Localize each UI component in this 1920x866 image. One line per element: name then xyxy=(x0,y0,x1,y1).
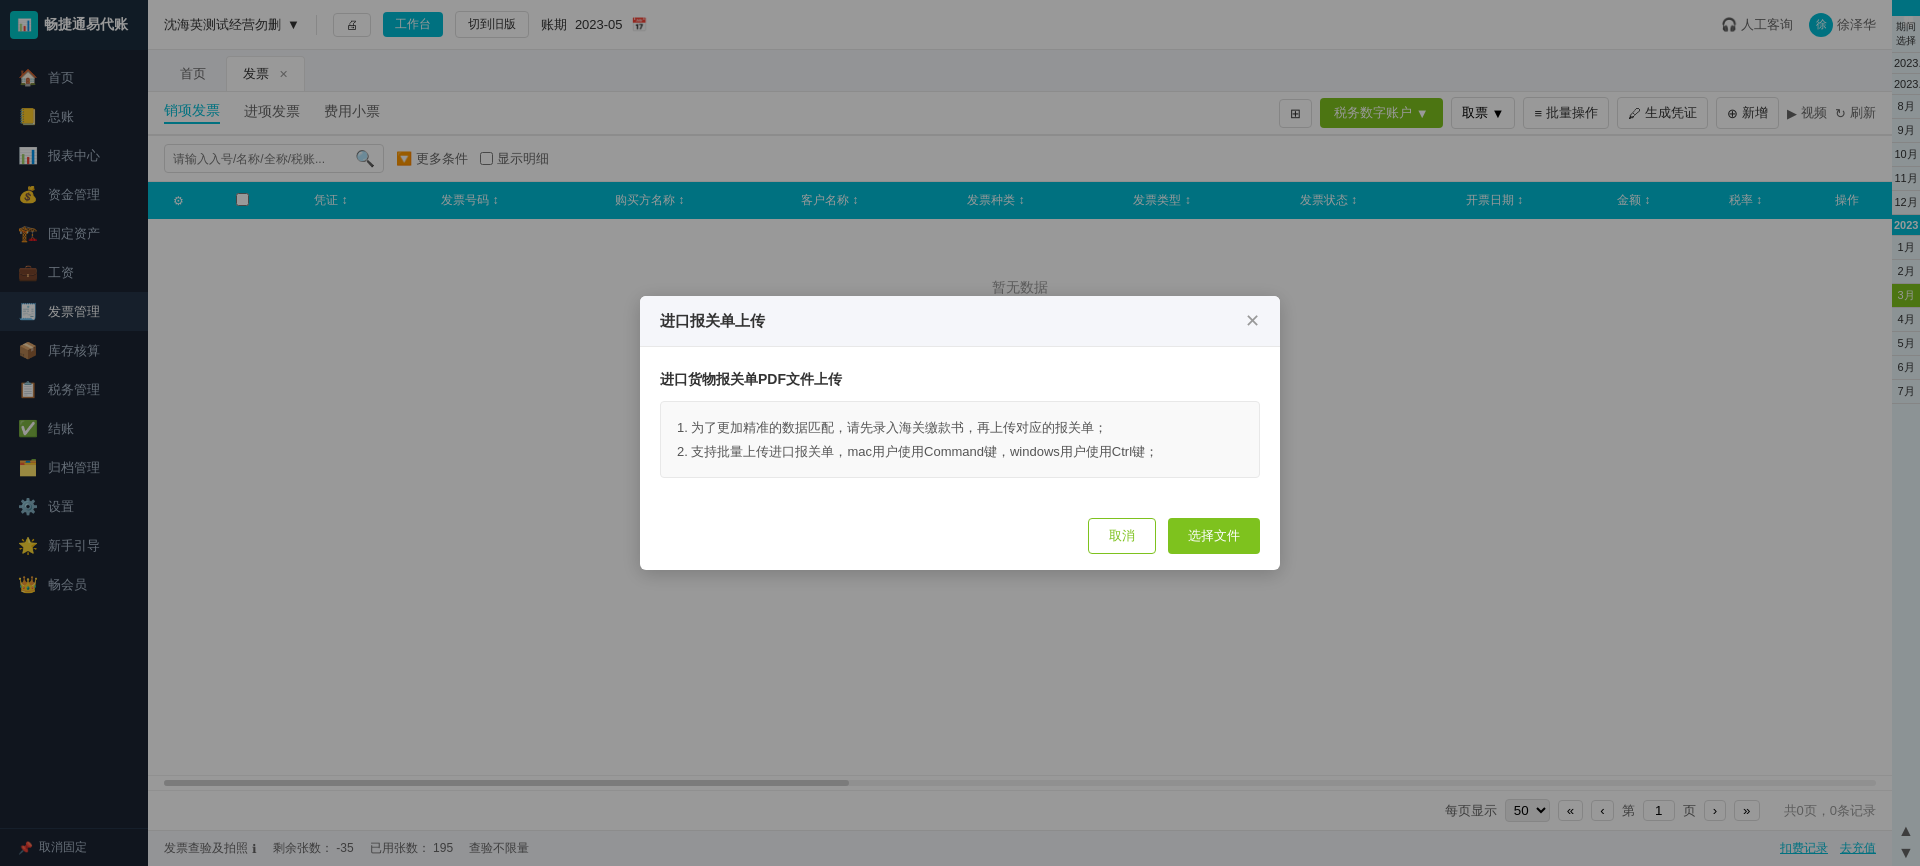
modal-footer: 取消 选择文件 xyxy=(640,502,1280,570)
modal-cancel-button[interactable]: 取消 xyxy=(1088,518,1156,554)
import-customs-modal: 进口报关单上传 ✕ 进口货物报关单PDF文件上传 1. 为了更加精准的数据匹配，… xyxy=(640,296,1280,570)
modal-info-line-1: 1. 为了更加精准的数据匹配，请先录入海关缴款书，再上传对应的报关单； xyxy=(677,416,1243,439)
modal-close-button[interactable]: ✕ xyxy=(1245,310,1260,332)
modal-header: 进口报关单上传 ✕ xyxy=(640,296,1280,347)
modal-select-file-button[interactable]: 选择文件 xyxy=(1168,518,1260,554)
modal-body: 进口货物报关单PDF文件上传 1. 为了更加精准的数据匹配，请先录入海关缴款书，… xyxy=(640,347,1280,502)
modal-section-title: 进口货物报关单PDF文件上传 xyxy=(660,371,1260,389)
modal-overlay[interactable]: 进口报关单上传 ✕ 进口货物报关单PDF文件上传 1. 为了更加精准的数据匹配，… xyxy=(0,0,1920,866)
modal-info-line-2: 2. 支持批量上传进口报关单，mac用户使用Command键，windows用户… xyxy=(677,440,1243,463)
modal-title: 进口报关单上传 xyxy=(660,312,765,331)
modal-info-box: 1. 为了更加精准的数据匹配，请先录入海关缴款书，再上传对应的报关单； 2. 支… xyxy=(660,401,1260,478)
